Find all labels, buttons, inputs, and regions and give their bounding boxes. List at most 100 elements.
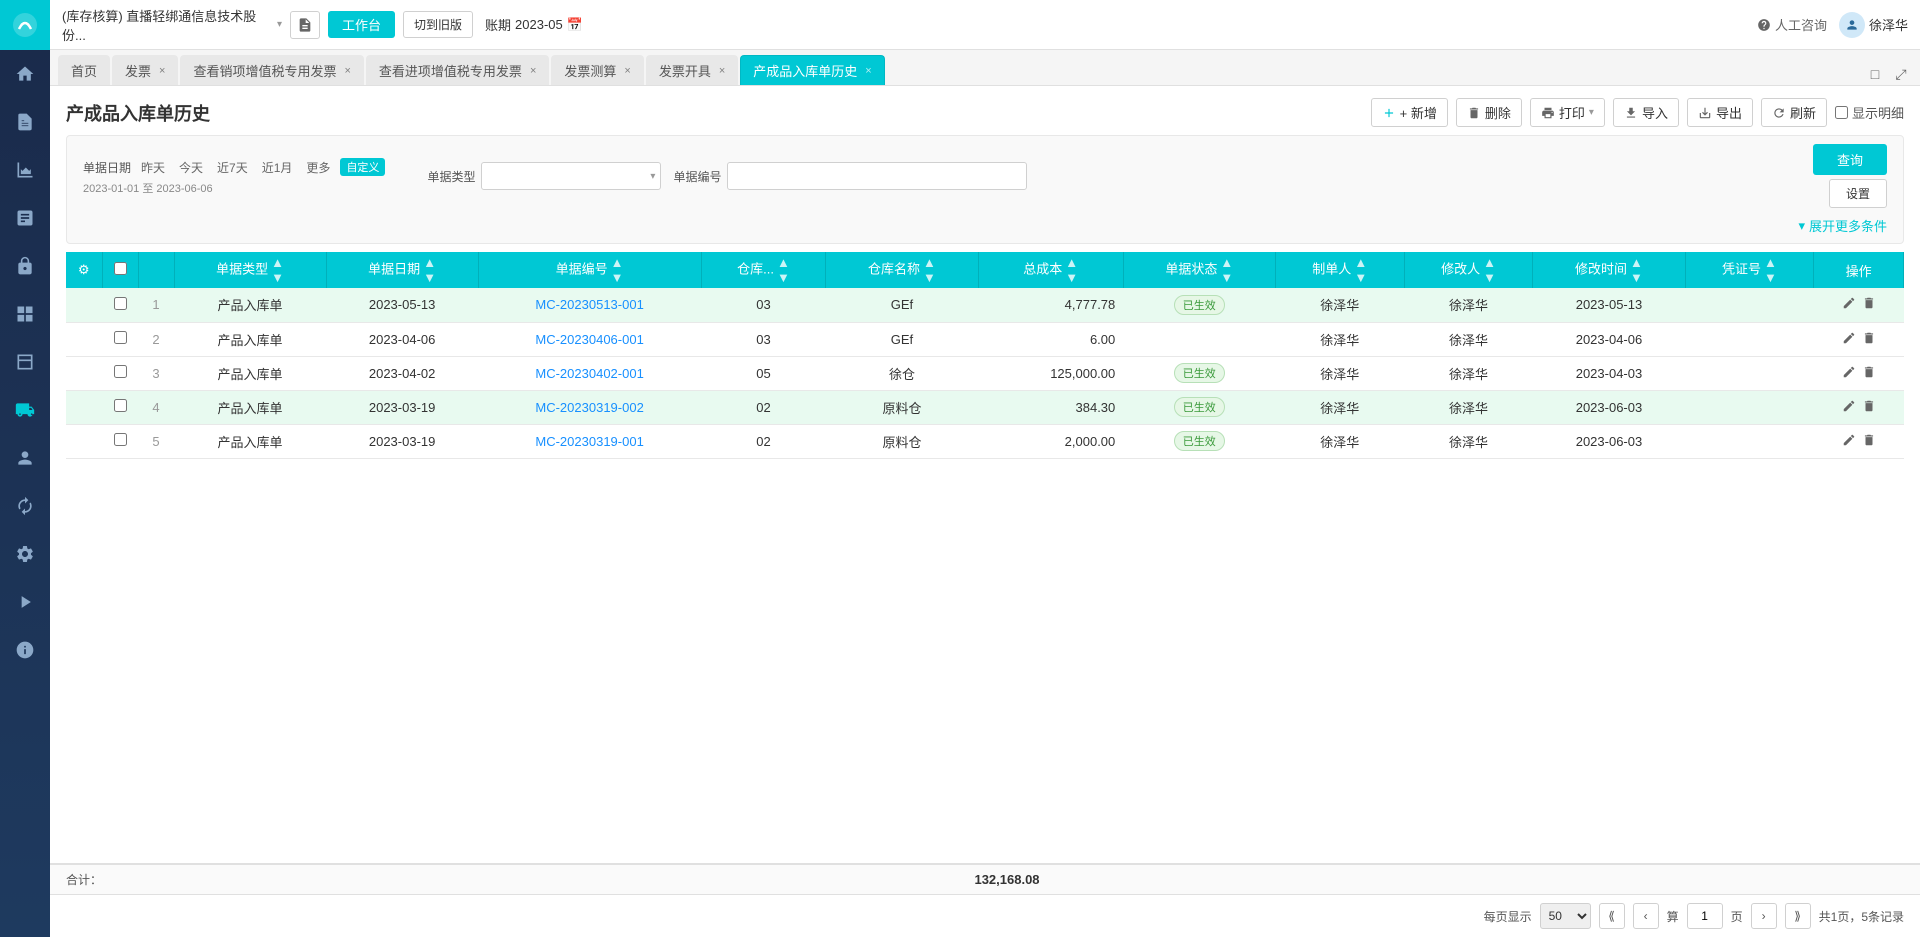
- sidebar-item-play[interactable]: [0, 578, 50, 626]
- cell-modify-time: 2023-04-03: [1533, 356, 1685, 390]
- select-all-checkbox[interactable]: [114, 262, 127, 275]
- tab-invoice[interactable]: 发票 ×: [112, 55, 178, 85]
- col-warehouse-name[interactable]: 仓库名称▲▼: [826, 252, 978, 288]
- filter-1month[interactable]: 近1月: [258, 157, 297, 178]
- cell-doc-no[interactable]: MC-20230513-001: [478, 288, 701, 322]
- delete-icon[interactable]: [1862, 331, 1876, 348]
- prev-page-btn[interactable]: ‹: [1633, 903, 1659, 929]
- edit-icon[interactable]: [1842, 296, 1856, 313]
- filter-custom-tag[interactable]: 自定义: [340, 158, 385, 176]
- col-settings[interactable]: ⚙: [66, 252, 102, 288]
- import-btn[interactable]: 导入: [1613, 98, 1679, 127]
- company-selector[interactable]: (库存核算) 直播轻绑通信息技术股份... ▾: [62, 6, 282, 44]
- per-page-select[interactable]: 10 20 50 100: [1540, 903, 1591, 929]
- last-page-btn[interactable]: ⟫: [1785, 903, 1811, 929]
- export-btn[interactable]: 导出: [1687, 98, 1753, 127]
- filter-7days[interactable]: 近7天: [213, 157, 252, 178]
- tab-invoice-calc[interactable]: 发票测算 ×: [551, 55, 643, 85]
- expand-conditions-btn[interactable]: ▾ 展开更多条件: [1798, 216, 1887, 235]
- sidebar: [0, 0, 50, 937]
- col-total-cost[interactable]: 总成本▲▼: [978, 252, 1123, 288]
- set-btn[interactable]: 设置: [1829, 179, 1887, 208]
- period-display: 账期 2023-05 📅: [485, 15, 583, 34]
- col-doc-no[interactable]: 单据编号▲▼: [478, 252, 701, 288]
- sidebar-item-version[interactable]: [0, 626, 50, 674]
- tab-invoice-calc-close[interactable]: ×: [624, 65, 630, 77]
- sidebar-item-table[interactable]: [0, 338, 50, 386]
- delete-icon[interactable]: [1862, 399, 1876, 416]
- tab-input-vat-close[interactable]: ×: [530, 65, 536, 77]
- delete-btn[interactable]: 删除: [1456, 98, 1522, 127]
- sidebar-item-chart[interactable]: [0, 146, 50, 194]
- sidebar-item-lock[interactable]: [0, 242, 50, 290]
- doc-type-select[interactable]: 产品入库单: [481, 162, 661, 190]
- workstation-btn[interactable]: 工作台: [328, 11, 395, 38]
- tab-input-vat[interactable]: 查看进项增值税专用发票 ×: [366, 55, 549, 85]
- row-checkbox[interactable]: [114, 331, 127, 344]
- delete-icon[interactable]: [1862, 433, 1876, 450]
- user-service-btn[interactable]: 人工咨询: [1757, 15, 1827, 34]
- edit-icon[interactable]: [1842, 433, 1856, 450]
- doc-icon-btn[interactable]: [290, 11, 320, 39]
- col-doc-type[interactable]: 单据类型▲▼: [174, 252, 326, 288]
- filter-more[interactable]: 更多: [302, 157, 334, 178]
- print-dropdown-icon[interactable]: ▾: [1589, 107, 1594, 118]
- col-warehouse-code[interactable]: 仓库...▲▼: [701, 252, 826, 288]
- cell-doc-no[interactable]: MC-20230402-001: [478, 356, 701, 390]
- sidebar-item-grid[interactable]: [0, 290, 50, 338]
- sidebar-item-person[interactable]: [0, 434, 50, 482]
- delete-icon[interactable]: [1862, 296, 1876, 313]
- col-creator[interactable]: 制单人▲▼: [1275, 252, 1404, 288]
- filter-yesterday[interactable]: 昨天: [137, 157, 169, 178]
- edit-icon[interactable]: [1842, 365, 1856, 382]
- show-detail-label[interactable]: 显示明细: [1835, 103, 1904, 122]
- calendar-icon[interactable]: 📅: [567, 17, 583, 33]
- col-modify-time[interactable]: 修改时间▲▼: [1533, 252, 1685, 288]
- query-btn[interactable]: 查询: [1813, 144, 1887, 175]
- tab-product-history[interactable]: 产成品入库单历史 ×: [740, 55, 884, 85]
- tab-sales-vat-close[interactable]: ×: [344, 65, 350, 77]
- tab-home[interactable]: 首页: [58, 55, 110, 85]
- row-checkbox[interactable]: [114, 433, 127, 446]
- tab-sales-vat[interactable]: 查看销项增值税专用发票 ×: [180, 55, 363, 85]
- row-checkbox[interactable]: [114, 399, 127, 412]
- sidebar-item-docs[interactable]: [0, 98, 50, 146]
- tab-restore-btn[interactable]: □: [1864, 63, 1886, 85]
- app-logo[interactable]: [0, 0, 50, 50]
- sidebar-item-settings[interactable]: [0, 530, 50, 578]
- cell-doc-no[interactable]: MC-20230406-001: [478, 322, 701, 356]
- delete-icon[interactable]: [1862, 365, 1876, 382]
- row-checkbox[interactable]: [114, 297, 127, 310]
- col-doc-date[interactable]: 单据日期▲▼: [326, 252, 478, 288]
- tab-invoice-issue[interactable]: 发票开具 ×: [646, 55, 738, 85]
- sidebar-item-warehouse[interactable]: [0, 386, 50, 434]
- tab-invoice-close[interactable]: ×: [159, 65, 165, 77]
- filter-today[interactable]: 今天: [175, 157, 207, 178]
- sidebar-item-refresh[interactable]: [0, 482, 50, 530]
- cell-doc-no[interactable]: MC-20230319-002: [478, 390, 701, 424]
- col-voucher-no[interactable]: 凭证号▲▼: [1685, 252, 1814, 288]
- refresh-btn[interactable]: 刷新: [1761, 98, 1827, 127]
- edit-icon[interactable]: [1842, 331, 1856, 348]
- sidebar-item-home[interactable]: [0, 50, 50, 98]
- user-info[interactable]: 徐泽华: [1839, 12, 1908, 38]
- switch-version-btn[interactable]: 切到旧版: [403, 11, 473, 38]
- col-doc-status[interactable]: 单据状态▲▼: [1123, 252, 1275, 288]
- page-input[interactable]: [1687, 903, 1723, 929]
- next-page-btn[interactable]: ›: [1751, 903, 1777, 929]
- print-btn[interactable]: 打印 ▾: [1530, 98, 1605, 127]
- doc-no-input[interactable]: [727, 162, 1027, 190]
- sidebar-item-analytics[interactable]: [0, 194, 50, 242]
- company-dropdown-icon[interactable]: ▾: [277, 19, 282, 30]
- edit-icon[interactable]: [1842, 399, 1856, 416]
- row-checkbox[interactable]: [114, 365, 127, 378]
- tab-product-history-close[interactable]: ×: [865, 65, 871, 77]
- col-modifier[interactable]: 修改人▲▼: [1404, 252, 1533, 288]
- tab-maximize-btn[interactable]: ⤢: [1890, 63, 1912, 85]
- tab-invoice-issue-close[interactable]: ×: [719, 65, 725, 77]
- first-page-btn[interactable]: ⟪: [1599, 903, 1625, 929]
- show-detail-checkbox[interactable]: [1835, 106, 1848, 119]
- new-btn[interactable]: + 新增: [1371, 98, 1448, 127]
- cell-doc-no[interactable]: MC-20230319-001: [478, 424, 701, 458]
- cell-doc-type: 产品入库单: [174, 390, 326, 424]
